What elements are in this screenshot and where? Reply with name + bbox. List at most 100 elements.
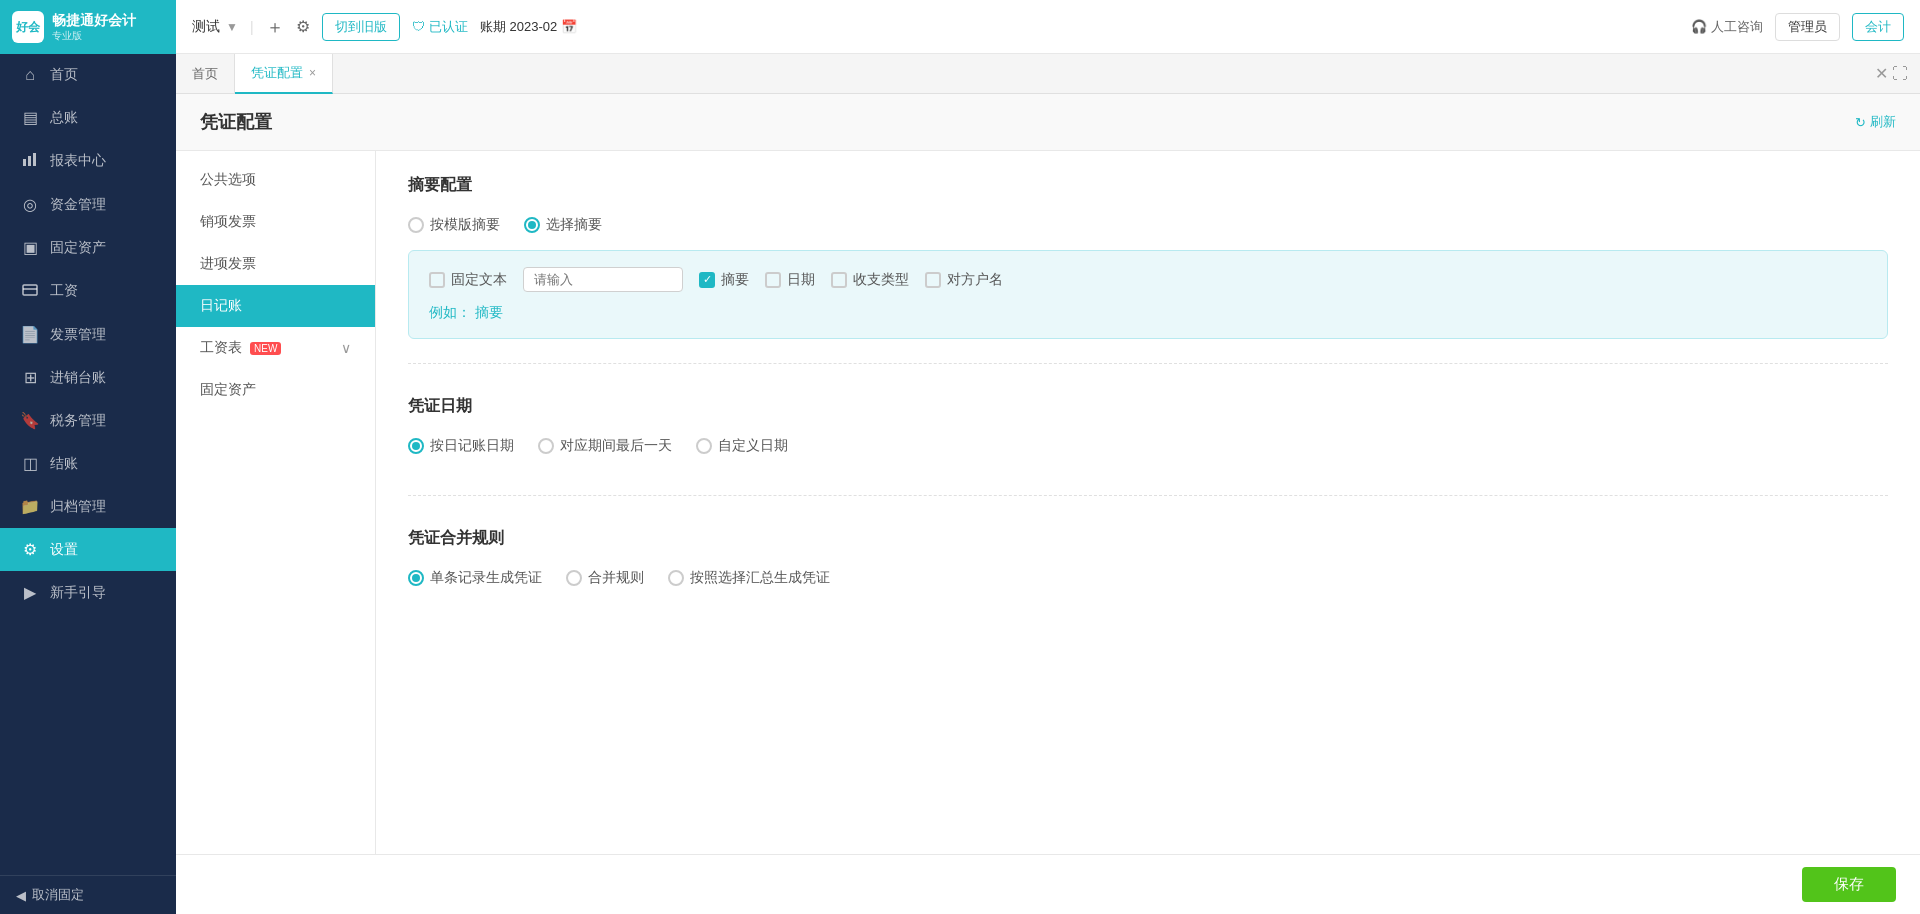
accountant-button[interactable]: 会计 xyxy=(1852,13,1904,41)
radio-merge-rule[interactable]: 合并规则 xyxy=(566,569,644,587)
radio-circle xyxy=(408,217,424,233)
nav-item-sales-invoice[interactable]: 销项发票 xyxy=(176,201,375,243)
radio-circle-checked xyxy=(408,570,424,586)
sidebar-item-label: 税务管理 xyxy=(50,412,106,430)
sidebar-item-ledger[interactable]: ▤ 总账 xyxy=(0,96,176,139)
checkbox-fixed-text[interactable]: 固定文本 xyxy=(429,271,507,289)
guide-icon: ▶ xyxy=(20,583,40,602)
svg-rect-1 xyxy=(28,156,31,166)
inner-layout: 公共选项 销项发票 进项发票 日记账 工资表 NEW xyxy=(176,151,1920,854)
logo-icon: 好会 xyxy=(12,11,44,43)
radio-select-summary[interactable]: 选择摘要 xyxy=(524,216,602,234)
nav-item-public[interactable]: 公共选项 xyxy=(176,159,375,201)
archive-icon: 📁 xyxy=(20,497,40,516)
tax-icon: 🔖 xyxy=(20,411,40,430)
nav-item-purchase-invoice[interactable]: 进项发票 xyxy=(176,243,375,285)
tab-close-icon[interactable]: × xyxy=(309,66,316,80)
sidebar-item-tax[interactable]: 🔖 税务管理 xyxy=(0,399,176,442)
radio-single-record[interactable]: 单条记录生成凭证 xyxy=(408,569,542,587)
sidebar-item-capital[interactable]: ◎ 资金管理 xyxy=(0,183,176,226)
logo-text: 畅捷通好会计 专业版 xyxy=(52,11,136,43)
main-area: 测试 ▼ | ＋ ⚙ 切到旧版 🛡 已认证 账期 2023-02 📅 🎧 人工咨… xyxy=(176,0,1920,914)
merge-radio-group: 单条记录生成凭证 合并规则 按照选择汇总生成凭证 xyxy=(408,569,1888,587)
new-badge: NEW xyxy=(250,342,281,355)
summary-config-box: 固定文本 摘要 日期 xyxy=(408,250,1888,339)
nav-item-journal[interactable]: 日记账 xyxy=(176,285,375,327)
sidebar-item-label: 设置 xyxy=(50,541,78,559)
sidebar-item-reports[interactable]: 报表中心 xyxy=(0,139,176,183)
settings-icon: ⚙ xyxy=(20,540,40,559)
checkbox-box xyxy=(831,272,847,288)
sidebar-item-label: 总账 xyxy=(50,109,78,127)
checkbox-counterpart[interactable]: 对方户名 xyxy=(925,271,1003,289)
summary-title: 摘要配置 xyxy=(408,175,1888,196)
radio-circle xyxy=(538,438,554,454)
page-container: 凭证配置 ↻ 刷新 公共选项 销项发票 进项发票 xyxy=(176,94,1920,914)
radio-circle-checked xyxy=(524,217,540,233)
certified-badge: 🛡 已认证 xyxy=(412,18,468,36)
date-section: 凭证日期 按日记账日期 对应期间最后一天 xyxy=(408,396,1888,496)
radio-by-selection[interactable]: 按照选择汇总生成凭证 xyxy=(668,569,830,587)
checkbox-box xyxy=(429,272,445,288)
date-title: 凭证日期 xyxy=(408,396,1888,417)
svg-rect-3 xyxy=(23,285,37,295)
checkbox-box xyxy=(765,272,781,288)
page-title: 凭证配置 xyxy=(200,110,272,134)
radio-circle xyxy=(668,570,684,586)
checkbox-income-type[interactable]: 收支类型 xyxy=(831,271,909,289)
sidebar-item-purchase-sales[interactable]: ⊞ 进销台账 xyxy=(0,356,176,399)
checkbox-date[interactable]: 日期 xyxy=(765,271,815,289)
sidebar-item-fixed-assets[interactable]: ▣ 固定资产 xyxy=(0,226,176,269)
checkbox-box-checked xyxy=(699,272,715,288)
refresh-button[interactable]: ↻ 刷新 xyxy=(1855,113,1896,131)
sidebar-item-invoice[interactable]: 📄 发票管理 xyxy=(0,313,176,356)
radio-circle xyxy=(566,570,582,586)
sidebar-item-home[interactable]: ⌂ 首页 xyxy=(0,54,176,96)
user-button[interactable]: 管理员 xyxy=(1775,13,1840,41)
cancel-fixed-button[interactable]: ◀ 取消固定 xyxy=(0,875,176,914)
sidebar-item-label: 新手引导 xyxy=(50,584,106,602)
refresh-icon: ↻ xyxy=(1855,115,1866,130)
sidebar-item-label: 工资 xyxy=(50,282,78,300)
sidebar-item-label: 进销台账 xyxy=(50,369,106,387)
save-button[interactable]: 保存 xyxy=(1802,867,1896,902)
purchase-sales-icon: ⊞ xyxy=(20,368,40,387)
sidebar-item-payroll[interactable]: 工资 xyxy=(0,269,176,313)
sidebar-item-guide[interactable]: ▶ 新手引导 xyxy=(0,571,176,614)
fullscreen-button[interactable]: ⛶ xyxy=(1892,65,1908,83)
help-button[interactable]: 🎧 人工咨询 xyxy=(1691,18,1763,36)
invoice-icon: 📄 xyxy=(20,325,40,344)
tab-voucher-config[interactable]: 凭证配置 × xyxy=(235,54,333,94)
sidebar-nav: ⌂ 首页 ▤ 总账 报表中心 ◎ 资金管理 ▣ 固定资产 工资 📄 xyxy=(0,54,176,875)
nav-item-fixed-assets[interactable]: 固定资产 xyxy=(176,369,375,411)
radio-template-summary[interactable]: 按模版摘要 xyxy=(408,216,500,234)
radio-by-journal-date[interactable]: 按日记账日期 xyxy=(408,437,514,455)
merge-title: 凭证合并规则 xyxy=(408,528,1888,549)
company-chevron-icon: ▼ xyxy=(226,20,238,34)
nav-item-payroll-table[interactable]: 工资表 NEW ∨ xyxy=(176,327,375,369)
radio-last-day[interactable]: 对应期间最后一天 xyxy=(538,437,672,455)
shield-icon: 🛡 xyxy=(412,19,425,34)
radio-circle-checked xyxy=(408,438,424,454)
settings-button[interactable]: ⚙ xyxy=(296,17,310,36)
merge-section: 凭证合并规则 单条记录生成凭证 合并规则 xyxy=(408,528,1888,627)
sidebar-item-archive[interactable]: 📁 归档管理 xyxy=(0,485,176,528)
sidebar-item-label: 结账 xyxy=(50,455,78,473)
company-name: 测试 ▼ xyxy=(192,18,238,36)
left-arrow-icon: ◀ xyxy=(16,888,26,903)
right-content: 摘要配置 按模版摘要 选择摘要 xyxy=(376,151,1920,854)
switch-version-button[interactable]: 切到旧版 xyxy=(322,13,400,41)
radio-custom-date[interactable]: 自定义日期 xyxy=(696,437,788,455)
left-nav: 公共选项 销项发票 进项发票 日记账 工资表 NEW xyxy=(176,151,376,854)
headset-icon: 🎧 xyxy=(1691,19,1707,34)
page-header: 凭证配置 ↻ 刷新 xyxy=(176,94,1920,151)
tab-home[interactable]: 首页 xyxy=(176,54,235,94)
checkbox-box xyxy=(925,272,941,288)
fixed-text-input[interactable] xyxy=(523,267,683,292)
checkbox-summary[interactable]: 摘要 xyxy=(699,271,749,289)
close-tab-button[interactable]: ✕ xyxy=(1875,64,1888,83)
add-company-button[interactable]: ＋ xyxy=(266,15,284,39)
sidebar-item-closing[interactable]: ◫ 结账 xyxy=(0,442,176,485)
sidebar-item-settings[interactable]: ⚙ 设置 xyxy=(0,528,176,571)
ledger-icon: ▤ xyxy=(20,108,40,127)
